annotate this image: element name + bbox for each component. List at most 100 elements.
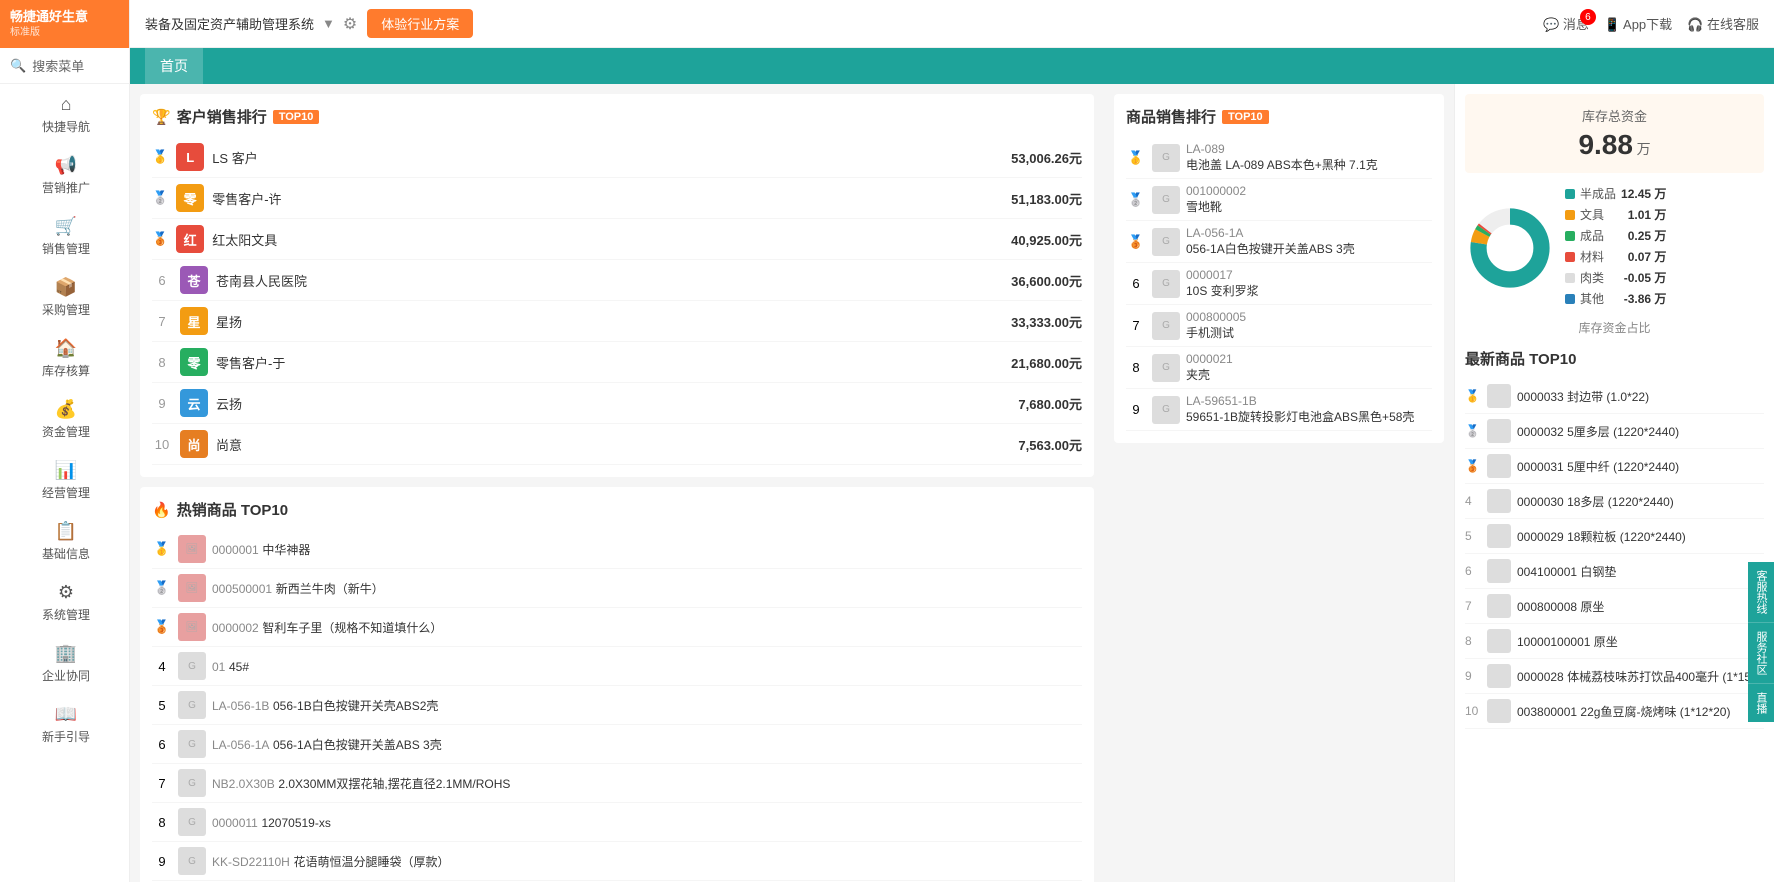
- app-download[interactable]: 📱 App下载: [1604, 14, 1672, 33]
- goods-rank-row: 🥈 G 001000002 雪地靴: [1126, 179, 1432, 221]
- sidebar: 畅捷通好生意 标准版 🔍 搜索菜单 ⌂快捷导航📢营销推广🛒销售管理📦采购管理🏠库…: [0, 0, 130, 882]
- hot-goods-name: 中华神器: [262, 543, 310, 557]
- rank-number: 10: [152, 437, 172, 452]
- sidebar-search[interactable]: 🔍 搜索菜单: [0, 48, 129, 84]
- latest-goods-name: 原坐: [1580, 600, 1604, 614]
- sidebar-item-inventory[interactable]: 🏠库存核算: [0, 328, 129, 389]
- sidebar-item-finance[interactable]: 💰资金管理: [0, 389, 129, 450]
- legend-dot: [1565, 231, 1575, 241]
- latest-goods-image: [1487, 419, 1511, 443]
- system-icon: ⚙: [58, 582, 74, 603]
- hot-goods-info: NB2.0X30B 2.0X30MM双摆花轴,摆花直径2.1MM/ROHS: [212, 775, 1082, 792]
- hot-goods-name: 新西兰牛肉（新牛）: [276, 582, 384, 596]
- hot-goods-row: 8 G 0000011 12070519-xs: [152, 803, 1082, 842]
- topbar-right: 💬 消息 6 📱 App下载 🎧 在线客服: [1543, 14, 1759, 33]
- marketing-icon: 📢: [55, 155, 77, 176]
- hot-goods-name: 2.0X30MM双摆花轴,摆花直径2.1MM/ROHS: [278, 777, 510, 791]
- sidebar-item-operation[interactable]: 📊经营管理: [0, 450, 129, 511]
- hot-goods-name: 056-1B白色按键开关壳ABS2壳: [273, 699, 438, 713]
- float-button-服务社区[interactable]: 服务社区: [1748, 622, 1774, 683]
- sidebar-item-home[interactable]: ⌂快捷导航: [0, 84, 129, 145]
- logo-sub: 标准版: [10, 26, 88, 40]
- system-name: 装备及固定资产辅助管理系统: [145, 14, 314, 33]
- goods-code: 001000002: [1186, 184, 1432, 198]
- trial-button[interactable]: 体验行业方案: [367, 9, 473, 38]
- latest-goods-code: 10000100001: [1517, 635, 1590, 649]
- logo-text: 畅捷通好生意: [10, 8, 88, 26]
- latest-goods-code: 003800001: [1517, 705, 1577, 719]
- goods-rank-num: 🥉: [1126, 234, 1146, 250]
- legend-label: 其他: [1580, 290, 1619, 307]
- sidebar-item-purchase[interactable]: 📦采购管理: [0, 267, 129, 328]
- customer-rank-row: 10 尚 尚意 7,563.00元: [152, 424, 1082, 465]
- guide-icon: 📖: [55, 704, 77, 725]
- legend-value: 0.07 万: [1628, 248, 1667, 265]
- page-nav-item-home[interactable]: 首页: [145, 48, 203, 84]
- chart-label: 库存资金占比: [1465, 319, 1764, 336]
- rank-number: 9: [152, 396, 172, 411]
- donut-chart-svg: [1465, 203, 1555, 293]
- sidebar-item-sales[interactable]: 🛒销售管理: [0, 206, 129, 267]
- sidebar-item-system[interactable]: ⚙系统管理: [0, 572, 129, 633]
- legend-item: 肉类 -0.05 万: [1565, 269, 1666, 286]
- hot-goods-image: G: [178, 652, 206, 680]
- sidebar-item-marketing[interactable]: 📢营销推广: [0, 145, 129, 206]
- legend-dot: [1565, 273, 1575, 283]
- legend-value: -3.86 万: [1624, 290, 1667, 307]
- customer-avatar: 云: [180, 389, 208, 417]
- sidebar-item-company[interactable]: 🏢企业协同: [0, 633, 129, 694]
- fire-icon: 🔥: [152, 501, 171, 519]
- message-badge[interactable]: 💬 消息 6: [1543, 14, 1589, 33]
- goods-code: LA-59651-1B: [1186, 394, 1432, 408]
- hot-rank-num: 🥉: [152, 619, 172, 635]
- latest-goods-code: 004100001: [1517, 565, 1577, 579]
- customer-avatar: 尚: [180, 430, 208, 458]
- legend-item: 成品 0.25 万: [1565, 227, 1666, 244]
- hot-goods-code: 0000011: [212, 816, 258, 830]
- hot-goods-code: NB2.0X30B: [212, 777, 275, 791]
- hot-rank-num: 8: [152, 815, 172, 830]
- float-buttons: 客服热线服务社区直播: [1748, 562, 1774, 722]
- search-button[interactable]: 🔍 搜索菜单: [10, 56, 119, 75]
- top10-badge: TOP10: [273, 110, 320, 124]
- latest-goods-row: 8 10000100001 原坐: [1465, 624, 1764, 659]
- legend-label: 半成品: [1580, 185, 1616, 202]
- float-button-直播[interactable]: 直播: [1748, 683, 1774, 722]
- legend-item: 其他 -3.86 万: [1565, 290, 1666, 307]
- chevron-down-icon: ▼: [322, 16, 335, 31]
- latest-goods-info: 0000032 5厘多层 (1220*2440): [1517, 423, 1764, 440]
- hot-goods-image: G: [178, 769, 206, 797]
- customer-rank-row: 8 零 零售客户-于 21,680.00元: [152, 342, 1082, 383]
- goods-rank-num: 🥈: [1126, 192, 1146, 208]
- latest-goods-info: 0000029 18颗粒板 (1220*2440): [1517, 528, 1764, 545]
- sidebar-item-guide[interactable]: 📖新手引导: [0, 694, 129, 755]
- goods-code: LA-056-1A: [1186, 226, 1432, 240]
- goods-info: LA-056-1A 056-1A白色按键开关盖ABS 3壳: [1186, 226, 1432, 257]
- goods-image: G: [1152, 186, 1180, 214]
- goods-info: 0000017 10S 变利罗浆: [1186, 268, 1432, 299]
- float-button-客服热线[interactable]: 客服热线: [1748, 562, 1774, 622]
- hot-goods-code: 0000001: [212, 543, 259, 557]
- customer-avatar: 零: [176, 184, 204, 212]
- sidebar-nav: ⌂快捷导航📢营销推广🛒销售管理📦采购管理🏠库存核算💰资金管理📊经营管理📋基础信息…: [0, 84, 129, 882]
- customer-avatar: 苍: [180, 266, 208, 294]
- customer-name: 零售客户-许: [212, 189, 1003, 208]
- latest-goods-name: 5厘中纤 (1220*2440): [1567, 460, 1679, 474]
- hot-goods-image: G: [178, 847, 206, 875]
- goods-info: 001000002 雪地靴: [1186, 184, 1432, 215]
- hot-goods-row: 🥇 🖼 0000001 中华神器: [152, 530, 1082, 569]
- legend-value: -0.05 万: [1624, 269, 1667, 286]
- latest-goods-image: [1487, 384, 1511, 408]
- latest-goods-name: 封边带 (1.0*22): [1567, 390, 1649, 404]
- online-service[interactable]: 🎧 在线客服: [1687, 14, 1759, 33]
- sidebar-item-label: 库存核算: [42, 362, 90, 379]
- goods-rank-num: 9: [1126, 402, 1146, 417]
- goods-image: G: [1152, 354, 1180, 382]
- goods-rank-num: 7: [1126, 318, 1146, 333]
- goods-name: 夹壳: [1186, 366, 1432, 383]
- sidebar-item-basic[interactable]: 📋基础信息: [0, 511, 129, 572]
- settings-icon[interactable]: ⚙: [343, 14, 357, 34]
- operation-icon: 📊: [55, 460, 77, 481]
- hot-goods-row: 6 G LA-056-1A 056-1A白色按键开关盖ABS 3壳: [152, 725, 1082, 764]
- inventory-total-unit: 万: [1637, 141, 1651, 157]
